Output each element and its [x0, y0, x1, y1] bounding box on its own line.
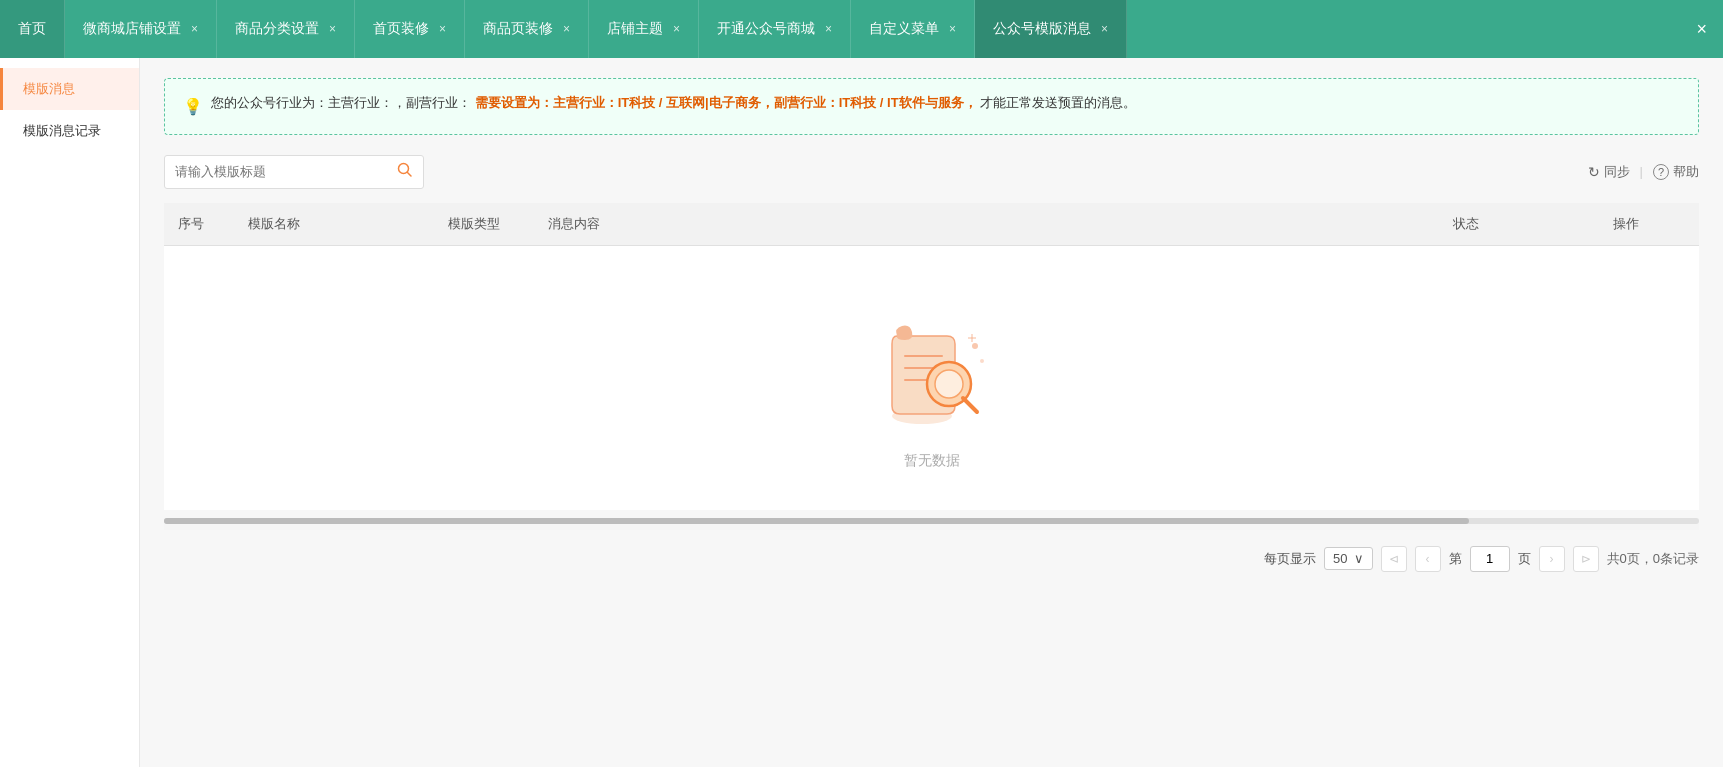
- col-seq: 序号: [164, 203, 234, 246]
- sidebar-item-template-message-log-label: 模版消息记录: [23, 123, 101, 138]
- notice-banner: 💡 您的公众号行业为：主营行业：，副营行业： 需要设置为：主营行业：IT科技 /…: [164, 78, 1699, 135]
- tab-bar: 首页 微商城店铺设置 × 商品分类设置 × 首页装修 × 商品页装修 × 店铺主…: [0, 0, 1723, 58]
- per-page-chevron-icon: ∨: [1354, 551, 1364, 566]
- pagination-row: 每页显示 50 ∨ ⊲ ‹ 第 页 › ⊳ 共0页，0条记录: [164, 542, 1699, 572]
- tab-product-page-decor[interactable]: 商品页装修 ×: [465, 0, 589, 58]
- per-page-value: 50: [1333, 551, 1347, 566]
- tab-open-public-mall-close[interactable]: ×: [825, 22, 832, 36]
- tab-custom-menu-label: 自定义菜单: [869, 20, 939, 38]
- notice-icon: 💡: [183, 94, 203, 120]
- sidebar-item-template-message[interactable]: 模版消息: [0, 68, 139, 110]
- table-header-row: 序号 模版名称 模版类型 消息内容 状态 操作: [164, 203, 1699, 246]
- search-input[interactable]: [175, 164, 397, 179]
- empty-text: 暂无数据: [164, 452, 1699, 470]
- sync-label: 同步: [1604, 163, 1630, 181]
- notice-text: 您的公众号行业为：主营行业：，副营行业： 需要设置为：主营行业：IT科技 / 互…: [211, 93, 1136, 114]
- col-action: 操作: [1599, 203, 1699, 246]
- tab-product-category-close[interactable]: ×: [329, 22, 336, 36]
- content-area: 💡 您的公众号行业为：主营行业：，副营行业： 需要设置为：主营行业：IT科技 /…: [140, 58, 1723, 767]
- toolbar-divider: |: [1640, 164, 1643, 179]
- toolbar-right: ↻ 同步 | ? 帮助: [1588, 163, 1699, 181]
- tab-template-msg-label: 公众号模版消息: [993, 20, 1091, 38]
- first-page-button[interactable]: ⊲: [1381, 546, 1407, 572]
- col-status: 状态: [1439, 203, 1599, 246]
- tab-homepage-decor-close[interactable]: ×: [439, 22, 446, 36]
- per-page-select[interactable]: 50 ∨: [1324, 547, 1372, 570]
- col-name: 模版名称: [234, 203, 434, 246]
- tab-micro-shop-close[interactable]: ×: [191, 22, 198, 36]
- tab-shop-theme-close[interactable]: ×: [673, 22, 680, 36]
- close-all-button[interactable]: ×: [1680, 19, 1723, 40]
- help-icon: ?: [1653, 164, 1669, 180]
- tab-homepage-decor[interactable]: 首页装修 ×: [355, 0, 465, 58]
- tab-custom-menu-close[interactable]: ×: [949, 22, 956, 36]
- sync-button[interactable]: ↻ 同步: [1588, 163, 1630, 181]
- main-layout: 模版消息 模版消息记录 💡 您的公众号行业为：主营行业：，副营行业： 需要设置为…: [0, 58, 1723, 767]
- help-label: 帮助: [1673, 163, 1699, 181]
- per-page-label: 每页显示: [1264, 550, 1316, 568]
- last-page-button[interactable]: ⊳: [1573, 546, 1599, 572]
- tab-shop-theme[interactable]: 店铺主题 ×: [589, 0, 699, 58]
- prev-page-button[interactable]: ‹: [1415, 546, 1441, 572]
- sidebar-item-template-message-log[interactable]: 模版消息记录: [0, 110, 139, 152]
- sync-icon: ↻: [1588, 164, 1600, 180]
- svg-line-8: [963, 398, 977, 412]
- tab-product-category-label: 商品分类设置: [235, 20, 319, 38]
- notice-highlight: 需要设置为：主营行业：IT科技 / 互联网|电子商务，副营行业：IT科技 / I…: [475, 95, 977, 110]
- tab-product-category[interactable]: 商品分类设置 ×: [217, 0, 355, 58]
- sidebar-item-template-message-label: 模版消息: [23, 81, 75, 96]
- empty-state: 暂无数据: [164, 246, 1699, 510]
- svg-point-7: [935, 370, 963, 398]
- page-suffix: 页: [1518, 550, 1531, 568]
- tab-template-msg-close[interactable]: ×: [1101, 22, 1108, 36]
- table-scrollbar[interactable]: [164, 518, 1699, 530]
- svg-point-10: [980, 359, 984, 363]
- data-table: 序号 模版名称 模版类型 消息内容 状态 操作: [164, 203, 1699, 510]
- page-number-input[interactable]: [1470, 546, 1510, 572]
- search-button[interactable]: [397, 162, 413, 182]
- tab-open-public-mall-label: 开通公众号商城: [717, 20, 815, 38]
- page-label: 第: [1449, 550, 1462, 568]
- empty-illustration: [164, 306, 1699, 436]
- notice-text-before: 您的公众号行业为：主营行业：，副营行业：: [211, 95, 471, 110]
- tab-home[interactable]: 首页: [0, 0, 65, 58]
- search-input-wrap[interactable]: [164, 155, 424, 189]
- col-type: 模版类型: [434, 203, 534, 246]
- svg-point-9: [972, 343, 978, 349]
- search-row: ↻ 同步 | ? 帮助: [164, 155, 1699, 189]
- help-button[interactable]: ? 帮助: [1653, 163, 1699, 181]
- tab-custom-menu[interactable]: 自定义菜单 ×: [851, 0, 975, 58]
- tab-micro-shop-label: 微商城店铺设置: [83, 20, 181, 38]
- tab-open-public-mall[interactable]: 开通公众号商城 ×: [699, 0, 851, 58]
- col-content: 消息内容: [534, 203, 1439, 246]
- empty-state-row: 暂无数据: [164, 245, 1699, 510]
- tab-product-page-decor-label: 商品页装修: [483, 20, 553, 38]
- sidebar: 模版消息 模版消息记录: [0, 58, 140, 767]
- notice-text-after: 才能正常发送预置的消息。: [980, 95, 1136, 110]
- tab-home-label: 首页: [18, 20, 46, 38]
- tab-shop-theme-label: 店铺主题: [607, 20, 663, 38]
- tab-homepage-decor-label: 首页装修: [373, 20, 429, 38]
- tab-product-page-decor-close[interactable]: ×: [563, 22, 570, 36]
- next-page-button[interactable]: ›: [1539, 546, 1565, 572]
- tab-template-msg[interactable]: 公众号模版消息 ×: [975, 0, 1127, 58]
- tab-micro-shop[interactable]: 微商城店铺设置 ×: [65, 0, 217, 58]
- total-info: 共0页，0条记录: [1607, 550, 1699, 568]
- svg-line-1: [408, 172, 412, 176]
